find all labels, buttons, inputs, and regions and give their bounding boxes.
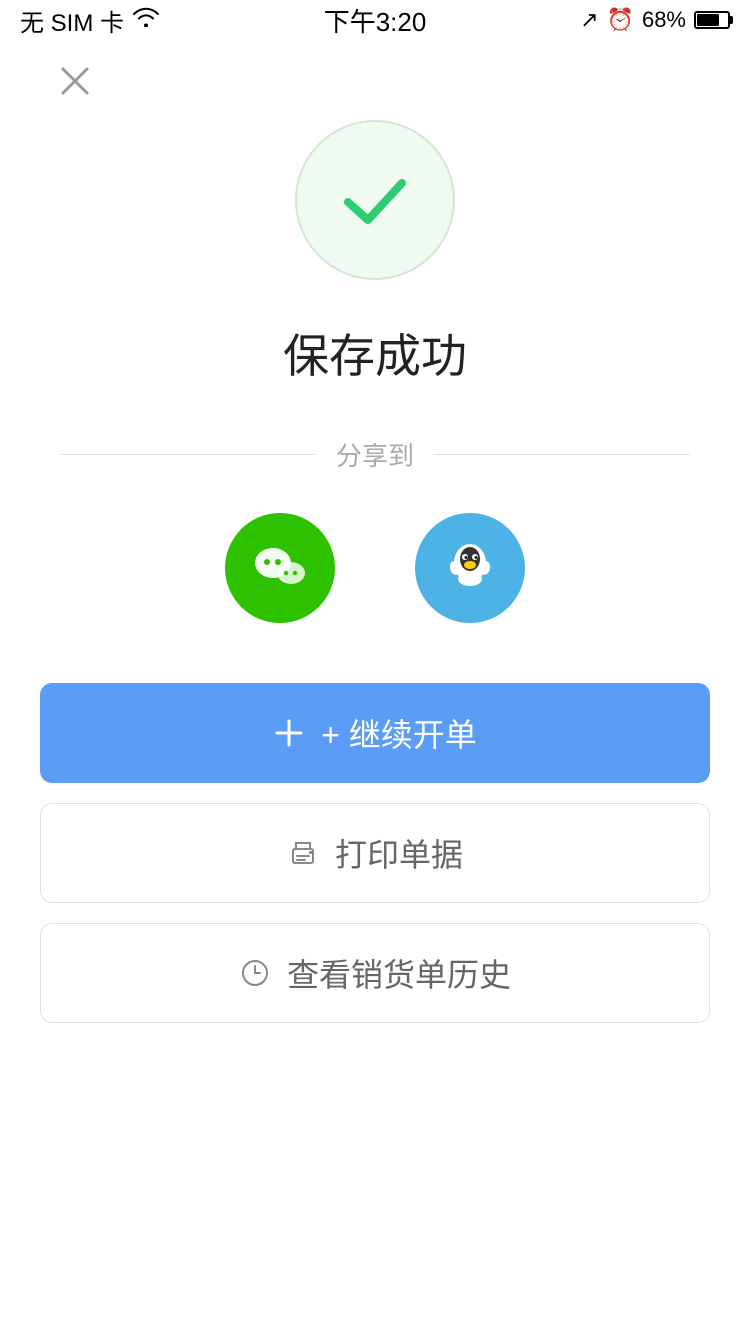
main-content: 保存成功 分享到 — [0, 40, 750, 1023]
plus-icon — [273, 717, 305, 749]
share-divider: 分享到 — [0, 436, 750, 473]
print-button-label: 打印单据 — [335, 830, 463, 876]
location-icon: ↗ — [580, 7, 598, 33]
action-buttons: + 继续开单 打印单据 查看销货单历史 — [0, 683, 750, 1023]
battery-icon — [694, 11, 730, 29]
history-button-label: 查看销货单历史 — [287, 950, 511, 996]
wifi-icon — [132, 6, 160, 34]
wechat-share-button[interactable] — [225, 513, 335, 623]
share-label: 分享到 — [336, 436, 414, 473]
divider-line-left — [60, 454, 316, 455]
print-button[interactable]: 打印单据 — [40, 803, 710, 903]
success-icon-circle — [295, 120, 455, 280]
history-button[interactable]: 查看销货单历史 — [40, 923, 710, 1023]
status-right: ↗ ⏰ 68% — [580, 7, 730, 33]
qq-share-button[interactable] — [415, 513, 525, 623]
status-time: 下午3:20 — [324, 2, 427, 39]
close-button[interactable] — [50, 56, 100, 106]
status-left: 无 SIM 卡 — [20, 3, 160, 38]
alarm-icon: ⏰ — [607, 7, 634, 33]
continue-button-label: + 继续开单 — [321, 710, 477, 756]
print-icon — [287, 837, 319, 869]
status-bar: 无 SIM 卡 下午3:20 ↗ ⏰ 68% — [0, 0, 750, 40]
share-icons-row — [225, 513, 525, 623]
battery-percent: 68% — [642, 7, 686, 33]
no-sim-text: 无 SIM 卡 — [20, 3, 124, 38]
history-icon — [239, 957, 271, 989]
success-title: 保存成功 — [283, 320, 467, 386]
divider-line-right — [434, 454, 690, 455]
continue-button[interactable]: + 继续开单 — [40, 683, 710, 783]
